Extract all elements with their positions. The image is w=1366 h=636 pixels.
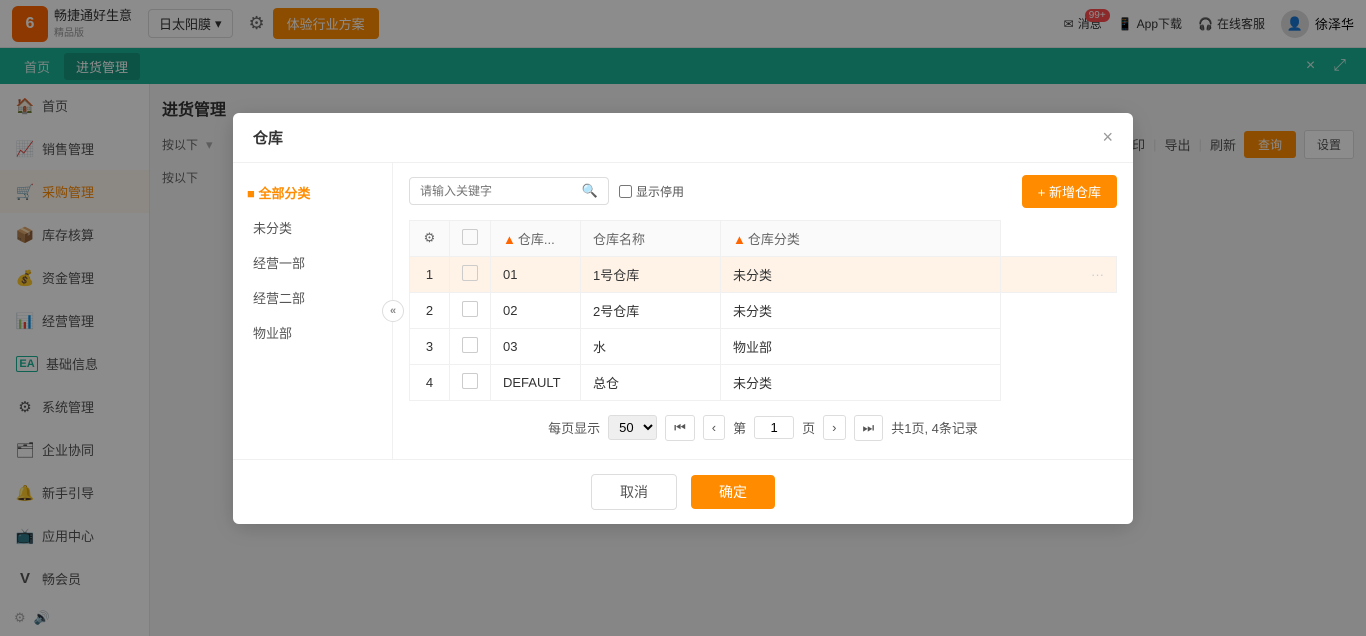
first-page-button[interactable]: ⏮ bbox=[665, 415, 695, 441]
modal-overlay[interactable]: 仓库 × ■ 全部分类 « 未分类 经营一部 经营二部 物业部 bbox=[0, 0, 1366, 636]
row-name: 2号仓库 bbox=[581, 292, 721, 328]
row-code: 03 bbox=[491, 328, 581, 364]
category-item-dept2[interactable]: 经营二部 bbox=[233, 280, 392, 315]
row-checkbox-cell bbox=[450, 364, 491, 400]
category-item-dept1[interactable]: 经营一部 bbox=[233, 245, 392, 280]
row-checkbox-cell bbox=[450, 256, 491, 292]
table-row: 2 02 2号仓库 未分类 bbox=[410, 292, 1117, 328]
show-disabled-checkbox[interactable] bbox=[619, 185, 632, 198]
prev-page-button[interactable]: ‹ bbox=[703, 415, 725, 440]
row-name: 水 bbox=[581, 328, 721, 364]
row-code: 02 bbox=[491, 292, 581, 328]
search-input[interactable] bbox=[420, 184, 576, 198]
category-all-label: ■ 全部分类 bbox=[247, 183, 310, 202]
th-category[interactable]: ▲仓库分类 bbox=[721, 220, 1001, 256]
pagination: 每页显示 50 ⏮ ‹ 第 页 › ⏭ 共1页, 4条记录 bbox=[409, 401, 1117, 447]
row-category: 未分类 bbox=[721, 364, 1001, 400]
row-category: 未分类 bbox=[721, 256, 1001, 292]
collapse-icon[interactable]: « bbox=[382, 300, 404, 322]
row-index: 2 bbox=[410, 292, 450, 328]
row-code: DEFAULT bbox=[491, 364, 581, 400]
category-item-unclassified[interactable]: 未分类 bbox=[233, 210, 392, 245]
row-category: 未分类 bbox=[721, 292, 1001, 328]
row-checkbox[interactable] bbox=[462, 301, 478, 317]
page-number-input[interactable] bbox=[754, 416, 794, 439]
show-disabled-label[interactable]: 显示停用 bbox=[619, 183, 684, 200]
table-row: 4 DEFAULT 总仓 未分类 bbox=[410, 364, 1117, 400]
row-checkbox-cell bbox=[450, 328, 491, 364]
table-row: 1 01 1号仓库 未分类 ··· bbox=[410, 256, 1117, 292]
row-index: 4 bbox=[410, 364, 450, 400]
modal-body: ■ 全部分类 « 未分类 经营一部 经营二部 物业部 🔍 bbox=[233, 163, 1133, 459]
row-index: 1 bbox=[410, 256, 450, 292]
th-name[interactable]: 仓库名称 bbox=[581, 220, 721, 256]
page-label: 页 bbox=[802, 418, 815, 437]
new-warehouse-button[interactable]: + 新增仓库 bbox=[1022, 175, 1117, 208]
page-word: 第 bbox=[733, 418, 746, 437]
last-page-button[interactable]: ⏭ bbox=[854, 415, 884, 441]
total-info: 共1页, 4条记录 bbox=[891, 418, 978, 437]
sort-icon-code: ▲ bbox=[503, 232, 516, 247]
modal-close-button[interactable]: × bbox=[1102, 127, 1113, 148]
next-page-button[interactable]: › bbox=[823, 415, 845, 440]
row-checkbox[interactable] bbox=[462, 373, 478, 389]
category-all[interactable]: ■ 全部分类 « bbox=[233, 175, 392, 210]
modal-footer: 取消 确定 bbox=[233, 459, 1133, 524]
modal-title: 仓库 bbox=[253, 127, 283, 148]
table-toolbar: 🔍 显示停用 + 新增仓库 bbox=[409, 175, 1117, 208]
per-page-label: 每页显示 bbox=[548, 418, 600, 437]
gear-icon: ⚙ bbox=[424, 230, 436, 245]
th-gear[interactable]: ⚙ bbox=[410, 220, 450, 256]
row-code: 01 bbox=[491, 256, 581, 292]
row-more-icon[interactable]: ··· bbox=[1091, 267, 1104, 282]
table-area: 🔍 显示停用 + 新增仓库 ⚙ ▲仓库... bbox=[393, 163, 1133, 459]
row-name: 1号仓库 bbox=[581, 256, 721, 292]
table-header-row: ⚙ ▲仓库... 仓库名称 ▲仓库分类 bbox=[410, 220, 1117, 256]
row-actions-cell[interactable]: ··· bbox=[1001, 256, 1117, 292]
row-name: 总仓 bbox=[581, 364, 721, 400]
per-page-select[interactable]: 50 bbox=[608, 415, 657, 440]
row-category: 物业部 bbox=[721, 328, 1001, 364]
search-box: 🔍 bbox=[409, 177, 609, 205]
row-index: 3 bbox=[410, 328, 450, 364]
category-sidebar: ■ 全部分类 « 未分类 经营一部 经营二部 物业部 bbox=[233, 163, 393, 459]
confirm-button[interactable]: 确定 bbox=[691, 475, 775, 509]
row-checkbox[interactable] bbox=[462, 337, 478, 353]
th-checkbox bbox=[450, 220, 491, 256]
warehouse-table: ⚙ ▲仓库... 仓库名称 ▲仓库分类 1 01 1号仓库 未分类 ··· 2 bbox=[409, 220, 1117, 401]
select-all-checkbox[interactable] bbox=[462, 229, 478, 245]
show-disabled-text: 显示停用 bbox=[636, 183, 684, 200]
modal-header: 仓库 × bbox=[233, 113, 1133, 163]
cancel-button[interactable]: 取消 bbox=[591, 474, 677, 510]
row-checkbox-cell bbox=[450, 292, 491, 328]
warehouse-modal: 仓库 × ■ 全部分类 « 未分类 经营一部 经营二部 物业部 bbox=[233, 113, 1133, 524]
th-code[interactable]: ▲仓库... bbox=[491, 220, 581, 256]
sort-icon-cat: ▲ bbox=[733, 232, 746, 247]
table-row: 3 03 水 物业部 bbox=[410, 328, 1117, 364]
category-item-property[interactable]: 物业部 bbox=[233, 315, 392, 350]
search-icon: 🔍 bbox=[582, 183, 598, 199]
row-checkbox[interactable] bbox=[462, 265, 478, 281]
